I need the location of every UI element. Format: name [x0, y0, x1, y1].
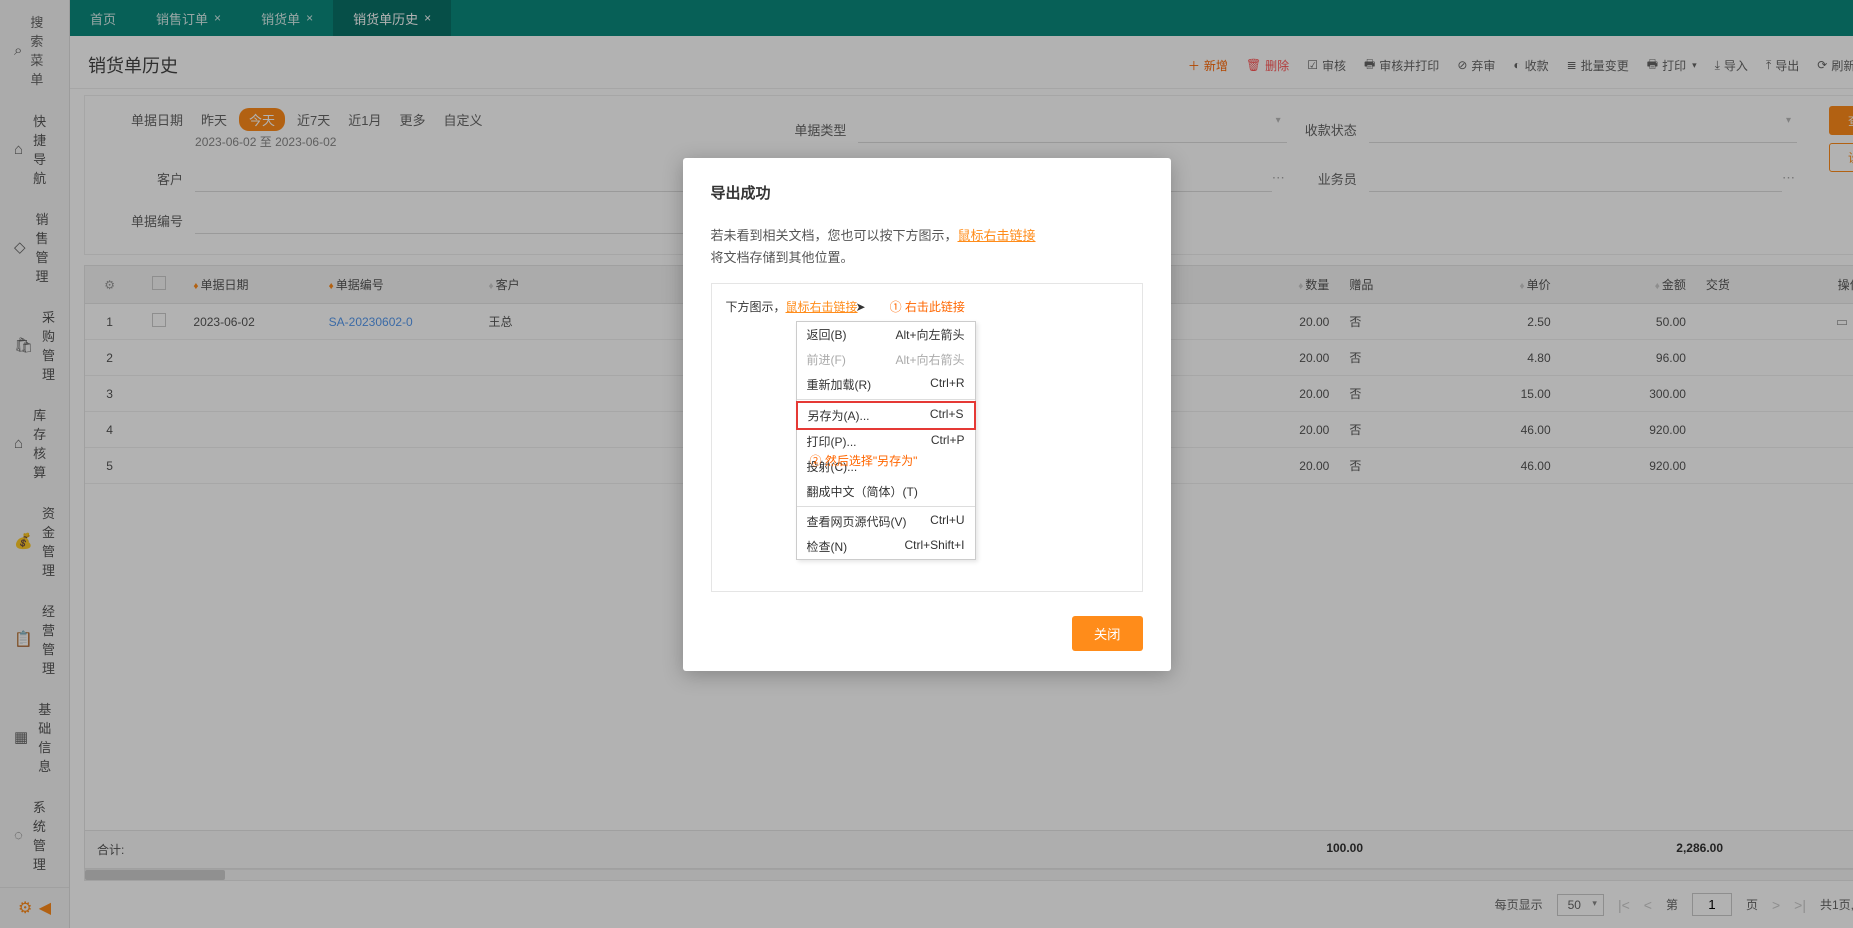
modal-title: 导出成功: [711, 182, 1143, 203]
ctx-menu-item: 另存为(A)...Ctrl+S: [796, 401, 976, 430]
ctx-menu-item: 翻成中文（简体）(T): [797, 479, 975, 504]
annotation-2: ② 然后选择"另存为": [810, 452, 1128, 469]
instr-link: 鼠标右击链接: [786, 298, 858, 315]
cursor-icon: ➤: [856, 300, 866, 314]
ctx-menu-item: 前进(F)Alt+向右箭头: [797, 347, 975, 372]
modal-overlay[interactable]: 导出成功 若未看到相关文档，您也可以按下方图示，鼠标右击链接 将文档存储到其他位…: [0, 0, 1853, 928]
export-success-modal: 导出成功 若未看到相关文档，您也可以按下方图示，鼠标右击链接 将文档存储到其他位…: [683, 158, 1171, 671]
modal-body-text: 若未看到相关文档，您也可以按下方图示，鼠标右击链接 将文档存储到其他位置。: [711, 225, 1143, 269]
instruction-illustration: 下方图示， 鼠标右击链接 ➤ ① 右击此链接 返回(B)Alt+向左箭头前进(F…: [711, 283, 1143, 592]
close-button[interactable]: 关闭: [1072, 616, 1143, 651]
annotation-1: ① 右击此链接: [890, 298, 965, 315]
ctx-menu-item: 检查(N)Ctrl+Shift+I: [797, 534, 975, 559]
context-menu-illustration: 返回(B)Alt+向左箭头前进(F)Alt+向右箭头重新加载(R)Ctrl+R 另…: [796, 321, 976, 560]
modal-hint-link[interactable]: 鼠标右击链接: [958, 228, 1036, 243]
ctx-menu-item: 返回(B)Alt+向左箭头: [797, 322, 975, 347]
ctx-menu-item: 打印(P)...Ctrl+P: [797, 429, 975, 454]
ctx-menu-item: 查看网页源代码(V)Ctrl+U: [797, 509, 975, 534]
ctx-menu-item: 重新加载(R)Ctrl+R: [797, 372, 975, 397]
